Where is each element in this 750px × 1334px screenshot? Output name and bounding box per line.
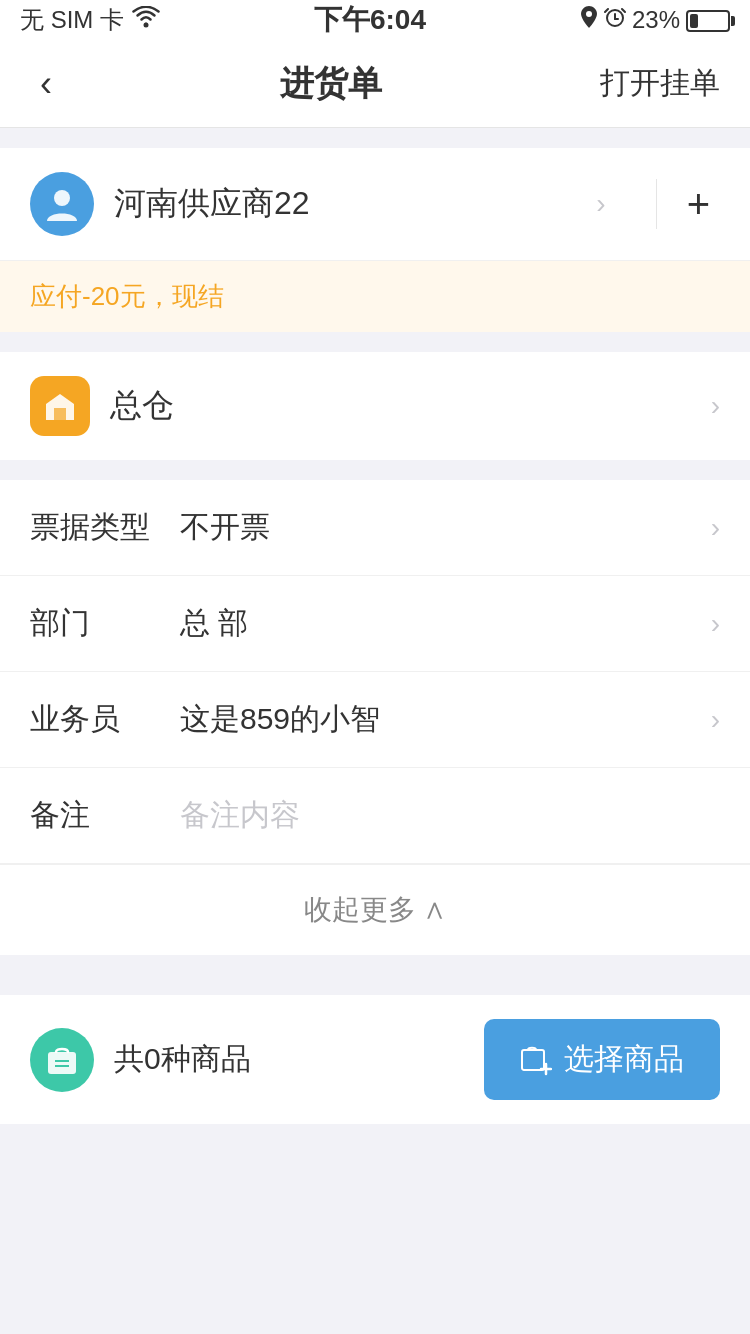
status-bar: 无 SIM 卡 下午6:04	[0, 0, 750, 40]
salesman-chevron-icon: ›	[711, 704, 720, 736]
notice-text: 应付-20元，现结	[30, 281, 224, 311]
supplier-row[interactable]: 河南供应商22 › +	[0, 148, 750, 261]
open-hang-button[interactable]: 打开挂单	[600, 63, 720, 104]
section-gap-2	[0, 332, 750, 352]
salesman-row[interactable]: 业务员 这是859的小智 ›	[0, 672, 750, 768]
remark-row[interactable]: 备注 备注内容	[0, 768, 750, 864]
select-product-label: 选择商品	[564, 1039, 684, 1080]
add-supplier-button[interactable]: +	[677, 182, 720, 227]
location-icon	[580, 6, 598, 34]
carrier-label: 无 SIM 卡	[20, 4, 124, 36]
supplier-name: 河南供应商22	[114, 182, 596, 226]
svg-point-0	[144, 23, 149, 28]
select-product-button[interactable]: 选择商品	[484, 1019, 720, 1100]
svg-rect-10	[522, 1050, 544, 1070]
svg-point-5	[54, 190, 70, 206]
product-count-icon-wrap	[30, 1028, 94, 1092]
supplier-chevron-icon: ›	[596, 188, 605, 220]
bottom-bar: 共0种商品 选择商品	[0, 995, 750, 1124]
warehouse-chevron-icon: ›	[711, 390, 720, 422]
status-left: 无 SIM 卡	[20, 4, 160, 36]
supplier-section: 河南供应商22 › + 应付-20元，现结	[0, 148, 750, 332]
page-bottom	[0, 1124, 750, 1334]
notice-banner: 应付-20元，现结	[0, 261, 750, 332]
collapse-toggle[interactable]: 收起更多 ∧	[0, 864, 750, 955]
svg-point-1	[586, 11, 592, 17]
dept-row[interactable]: 部门 总 部 ›	[0, 576, 750, 672]
status-right: 23%	[580, 6, 730, 34]
invoice-chevron-icon: ›	[711, 512, 720, 544]
remark-input[interactable]: 备注内容	[150, 795, 720, 836]
dept-value: 总 部	[150, 603, 711, 644]
salesman-value: 这是859的小智	[150, 699, 711, 740]
wifi-icon	[132, 6, 160, 34]
remark-label: 备注	[30, 795, 150, 836]
dept-chevron-icon: ›	[711, 608, 720, 640]
svg-rect-6	[54, 408, 66, 420]
warehouse-icon-wrap	[30, 376, 90, 436]
invoice-type-label: 票据类型	[30, 507, 150, 548]
svg-rect-7	[48, 1052, 76, 1074]
warehouse-name: 总仓	[110, 384, 711, 428]
supplier-avatar	[30, 172, 94, 236]
alarm-icon	[604, 6, 626, 34]
product-count-text: 共0种商品	[114, 1039, 464, 1080]
battery-icon	[686, 6, 730, 34]
form-section: 票据类型 不开票 › 部门 总 部 › 业务员 这是859的小智 › 备注 备注…	[0, 480, 750, 955]
battery-percent: 23%	[632, 6, 680, 34]
back-button[interactable]: ‹	[30, 53, 62, 115]
invoice-type-row[interactable]: 票据类型 不开票 ›	[0, 480, 750, 576]
section-gap-3	[0, 955, 750, 975]
warehouse-row[interactable]: 总仓 ›	[0, 352, 750, 460]
invoice-type-value: 不开票	[150, 507, 711, 548]
section-gap-1	[0, 128, 750, 148]
vertical-divider	[656, 179, 657, 229]
nav-bar: ‹ 进货单 打开挂单	[0, 40, 750, 128]
dept-label: 部门	[30, 603, 150, 644]
status-time: 下午6:04	[314, 1, 426, 39]
page-title: 进货单	[280, 61, 382, 107]
salesman-label: 业务员	[30, 699, 150, 740]
